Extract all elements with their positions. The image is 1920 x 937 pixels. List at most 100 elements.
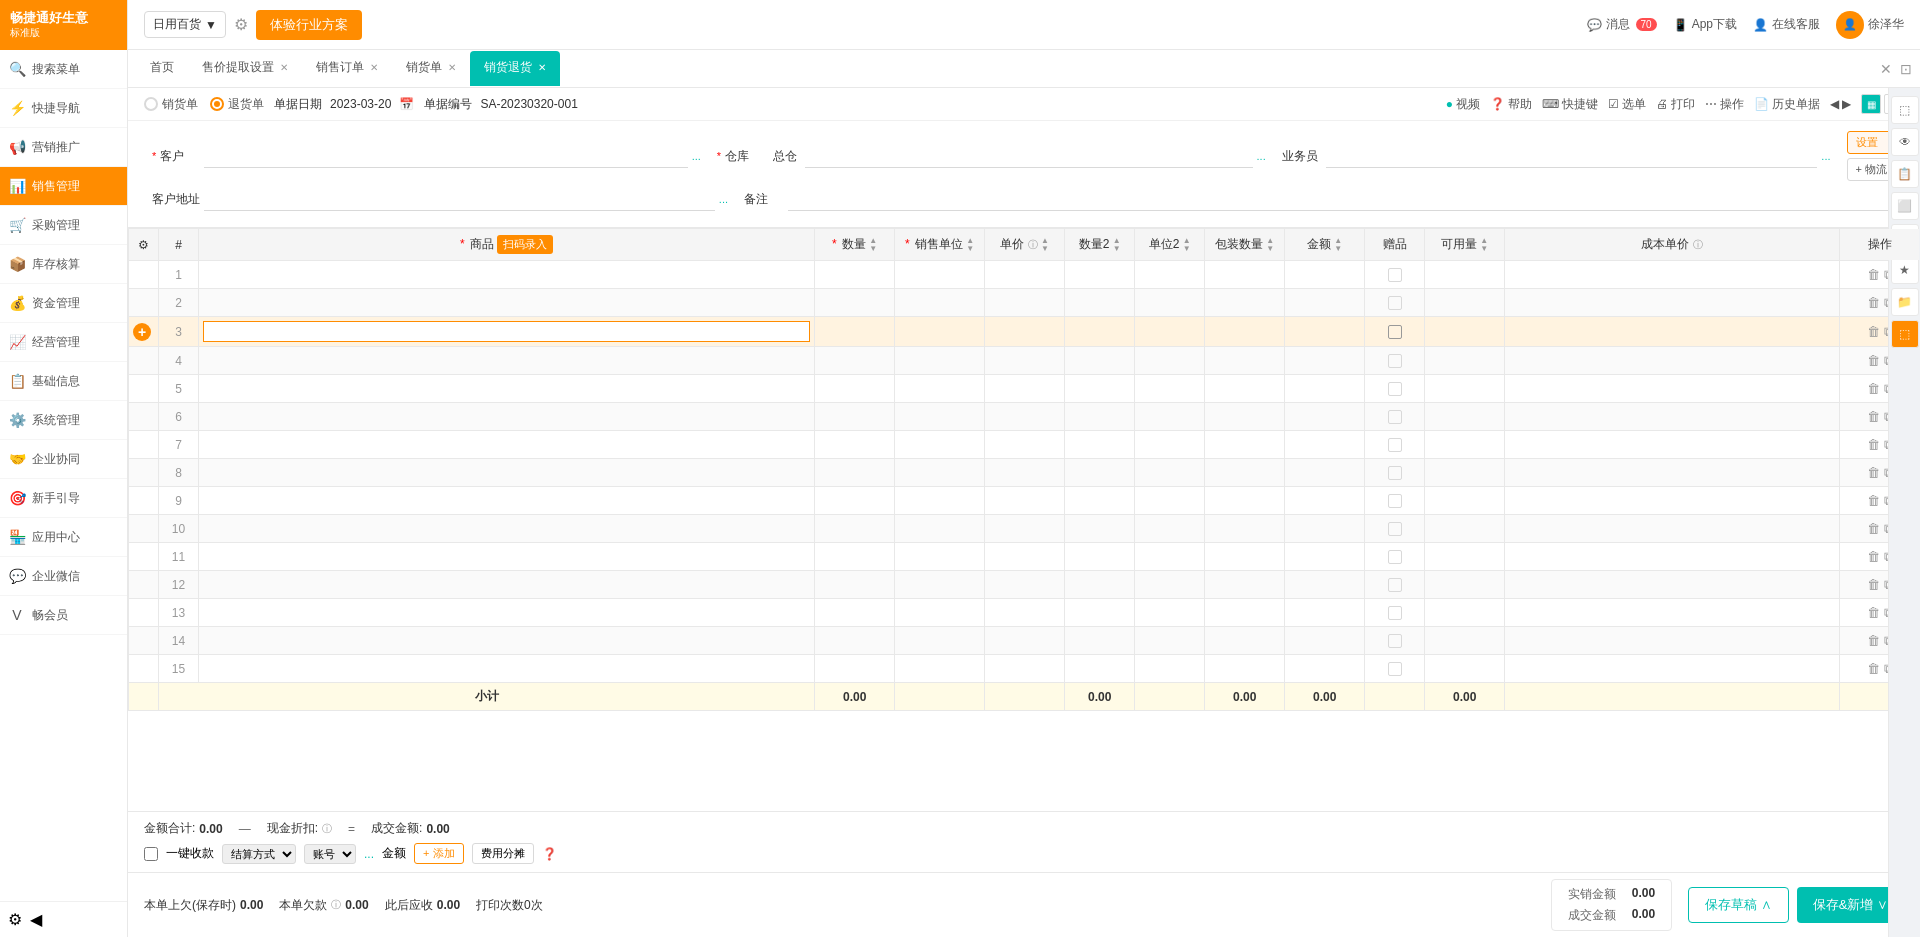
row-cost-price-13[interactable]	[1505, 599, 1840, 627]
customer-input[interactable]	[204, 144, 687, 168]
row-unit-price-7[interactable]	[985, 431, 1065, 459]
remark-input[interactable]	[788, 187, 1896, 211]
row-unit2-11[interactable]	[1135, 543, 1205, 571]
row-product-12[interactable]	[199, 571, 815, 599]
row-product-1[interactable]	[199, 261, 815, 289]
user-profile[interactable]: 👤 徐泽华	[1836, 11, 1904, 39]
row-delete-btn-8[interactable]: 🗑	[1867, 465, 1880, 481]
row-quantity-6[interactable]	[815, 403, 895, 431]
row-product-6[interactable]	[199, 403, 815, 431]
close-all-icon[interactable]: ✕	[1880, 61, 1892, 77]
row-qty2-12[interactable]	[1065, 571, 1135, 599]
row-sales-unit-3[interactable]	[895, 317, 985, 347]
salesperson-more-btn[interactable]: ...	[1821, 150, 1830, 162]
row-available-2[interactable]	[1425, 289, 1505, 317]
tab-sales-invoice-close[interactable]: ✕	[448, 62, 456, 73]
row-unit2-12[interactable]	[1135, 571, 1205, 599]
radio-return[interactable]: 退货单	[210, 96, 264, 113]
gift-checkbox-6[interactable]	[1388, 410, 1402, 424]
row-unit-price-11[interactable]	[985, 543, 1065, 571]
settings-gear-icon[interactable]: ⚙	[234, 15, 248, 34]
gift-checkbox-9[interactable]	[1388, 494, 1402, 508]
row-quantity-15[interactable]	[815, 655, 895, 683]
row-amount-6[interactable]	[1285, 403, 1365, 431]
date-value[interactable]: 2023-03-20	[330, 97, 391, 111]
row-cost-price-4[interactable]	[1505, 347, 1840, 375]
industry-select[interactable]: 日用百货 ▼	[144, 11, 226, 38]
sidebar-item-inventory[interactable]: 📦 库存核算	[0, 245, 127, 284]
row-pack-qty-14[interactable]	[1205, 627, 1285, 655]
row-delete-btn-4[interactable]: 🗑	[1867, 353, 1880, 369]
row-available-13[interactable]	[1425, 599, 1505, 627]
expand-icon[interactable]: ⊡	[1900, 61, 1912, 77]
th-settings[interactable]: ⚙	[129, 229, 159, 261]
row-product-8[interactable]	[199, 459, 815, 487]
row-sales-unit-9[interactable]	[895, 487, 985, 515]
row-gift-10[interactable]	[1365, 515, 1425, 543]
row-pack-qty-1[interactable]	[1205, 261, 1285, 289]
gift-checkbox-7[interactable]	[1388, 438, 1402, 452]
row-quantity-7[interactable]	[815, 431, 895, 459]
address-input[interactable]	[204, 187, 715, 211]
account-more-btn[interactable]: ...	[364, 847, 374, 861]
row-available-10[interactable]	[1425, 515, 1505, 543]
gift-checkbox-15[interactable]	[1388, 662, 1402, 676]
minus-icon[interactable]: —	[239, 822, 251, 836]
sidebar-item-finance[interactable]: 💰 资金管理	[0, 284, 127, 323]
row-quantity-8[interactable]	[815, 459, 895, 487]
row-pack-qty-15[interactable]	[1205, 655, 1285, 683]
row-cost-price-10[interactable]	[1505, 515, 1840, 543]
sidebar-item-guide[interactable]: 🎯 新手引导	[0, 479, 127, 518]
address-more-btn[interactable]: ...	[719, 193, 728, 205]
sidebar-item-shortcut[interactable]: ⚡ 快捷导航	[0, 89, 127, 128]
float-btn-1[interactable]: ⬚	[1891, 96, 1919, 124]
row-pack-qty-9[interactable]	[1205, 487, 1285, 515]
sidebar-item-member[interactable]: V 畅会员	[0, 596, 127, 635]
row-sales-unit-10[interactable]	[895, 515, 985, 543]
row-amount-15[interactable]	[1285, 655, 1365, 683]
row-delete-btn-10[interactable]: 🗑	[1867, 521, 1880, 537]
operation-btn[interactable]: ⋯ 操作	[1705, 96, 1744, 113]
shortcut-btn[interactable]: ⌨ 快捷键	[1542, 96, 1598, 113]
sidebar-item-appstore[interactable]: 🏪 应用中心	[0, 518, 127, 557]
add-row-button[interactable]: +	[133, 323, 151, 341]
sidebar-item-system[interactable]: ⚙️ 系统管理	[0, 401, 127, 440]
row-pack-qty-11[interactable]	[1205, 543, 1285, 571]
row-pack-qty-6[interactable]	[1205, 403, 1285, 431]
row-available-4[interactable]	[1425, 347, 1505, 375]
row-available-11[interactable]	[1425, 543, 1505, 571]
sidebar-item-purchase[interactable]: 🛒 采购管理	[0, 206, 127, 245]
row-quantity-3[interactable]	[815, 317, 895, 347]
row-amount-7[interactable]	[1285, 431, 1365, 459]
row-qty2-1[interactable]	[1065, 261, 1135, 289]
radio-sales-invoice[interactable]: 销货单	[144, 96, 198, 113]
row-available-6[interactable]	[1425, 403, 1505, 431]
row-pack-qty-13[interactable]	[1205, 599, 1285, 627]
gift-checkbox-13[interactable]	[1388, 606, 1402, 620]
row-product-11[interactable]	[199, 543, 815, 571]
row-cost-price-15[interactable]	[1505, 655, 1840, 683]
row-qty2-3[interactable]	[1065, 317, 1135, 347]
row-unit2-7[interactable]	[1135, 431, 1205, 459]
row-product-10[interactable]	[199, 515, 815, 543]
row-product-14[interactable]	[199, 627, 815, 655]
row-qty2-14[interactable]	[1065, 627, 1135, 655]
row-unit2-10[interactable]	[1135, 515, 1205, 543]
online-service-item[interactable]: 👤 在线客服	[1753, 16, 1820, 33]
row-pack-qty-4[interactable]	[1205, 347, 1285, 375]
row-unit-price-14[interactable]	[985, 627, 1065, 655]
row-cost-price-12[interactable]	[1505, 571, 1840, 599]
row-quantity-13[interactable]	[815, 599, 895, 627]
row-cost-price-14[interactable]	[1505, 627, 1840, 655]
row-cost-price-6[interactable]	[1505, 403, 1840, 431]
scan-button[interactable]: 扫码录入	[497, 235, 553, 254]
row-delete-btn-15[interactable]: 🗑	[1867, 661, 1880, 677]
help-btn[interactable]: ❓ 帮助	[1490, 96, 1532, 113]
float-btn-3[interactable]: 📋	[1891, 160, 1919, 188]
row-amount-12[interactable]	[1285, 571, 1365, 599]
notification-item[interactable]: 💬 消息 70	[1587, 16, 1657, 33]
tab-sales-order-close[interactable]: ✕	[370, 62, 378, 73]
row-quantity-4[interactable]	[815, 347, 895, 375]
row-gift-15[interactable]	[1365, 655, 1425, 683]
row-amount-4[interactable]	[1285, 347, 1365, 375]
